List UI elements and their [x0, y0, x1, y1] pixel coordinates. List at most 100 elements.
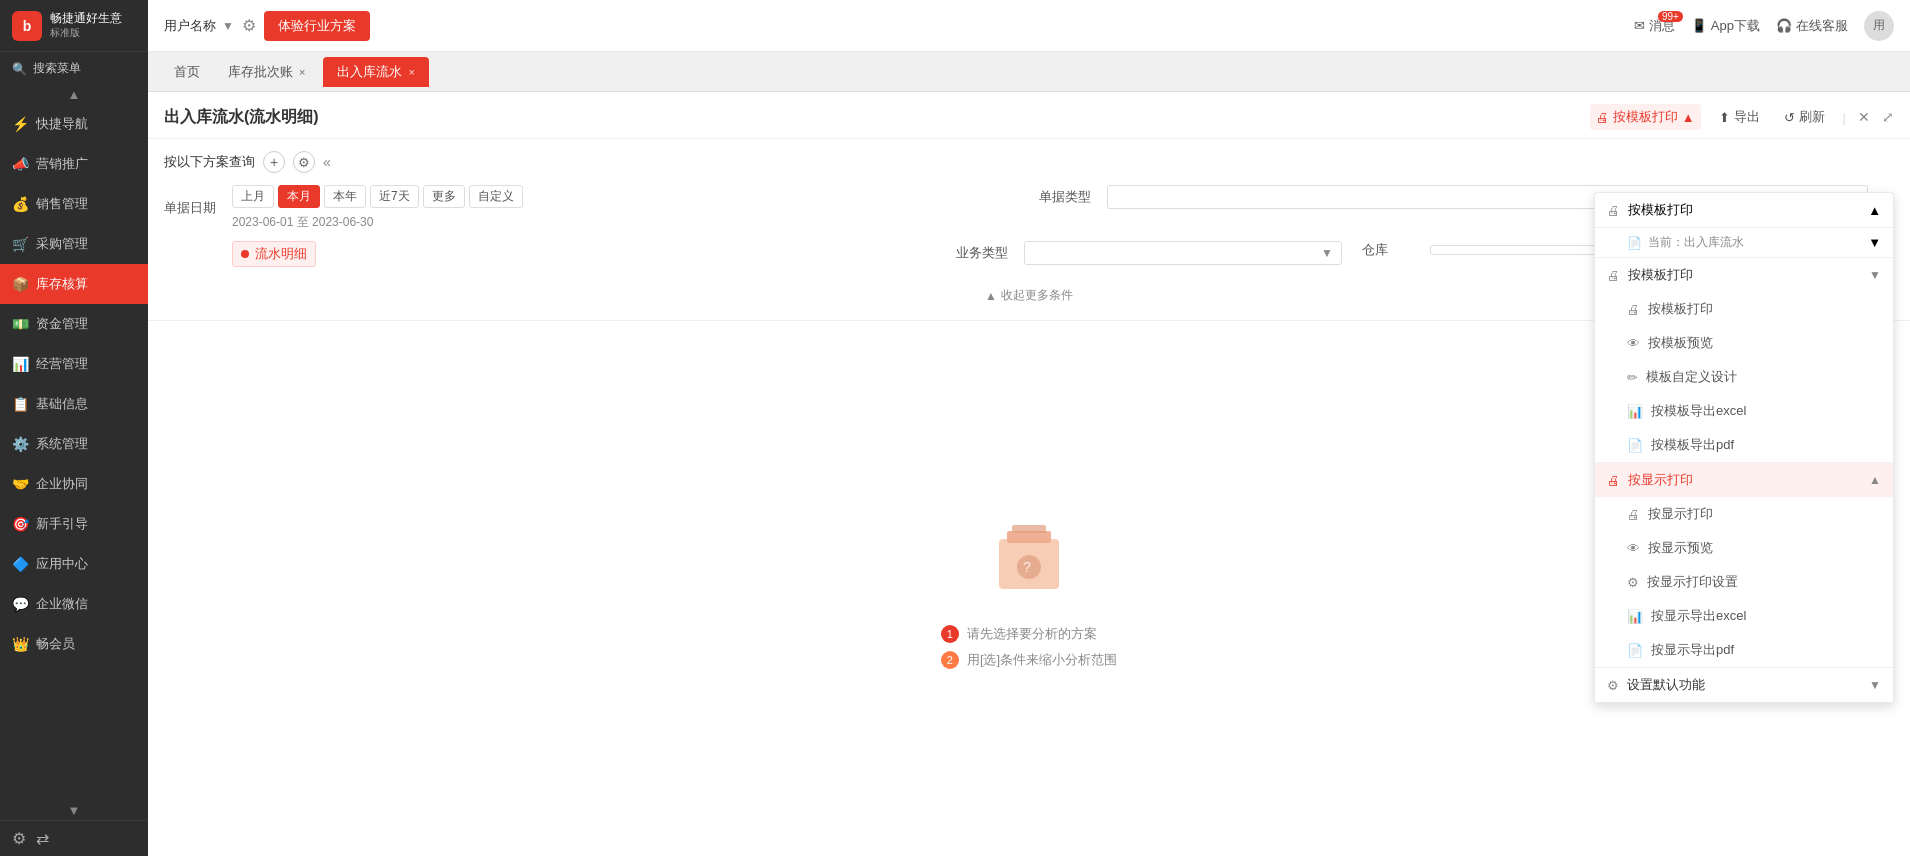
- empty-tip-1: 1 请先选择要分析的方案: [941, 625, 1117, 643]
- basic-icon: 📋: [12, 396, 28, 412]
- date-current-year[interactable]: 本年: [324, 185, 366, 208]
- collapse-up-icon: ▲: [985, 289, 997, 303]
- sidebar-item-marketing[interactable]: 📣 营销推广: [0, 144, 148, 184]
- sidebar-item-quick-nav[interactable]: ⚡ 快捷导航: [0, 104, 148, 144]
- sidebar-item-label: 应用中心: [36, 555, 88, 573]
- wechat-icon: 💬: [12, 596, 28, 612]
- empty-tip-2: 2 用[选]条件来缩小分析范围: [941, 651, 1117, 669]
- sidebar-item-label: 库存核算: [36, 275, 88, 293]
- dropdown-item-template-print[interactable]: 🖨 按模板打印: [1595, 292, 1893, 326]
- sidebar-item-search[interactable]: 🔍 搜索菜单: [0, 52, 148, 85]
- collapse-icon[interactable]: ⇄: [36, 829, 49, 848]
- sidebar-item-vip[interactable]: 👑 畅会员: [0, 624, 148, 664]
- tab-home[interactable]: 首页: [164, 57, 210, 87]
- dropdown-item-display-print[interactable]: 🖨 按显示打印: [1595, 497, 1893, 531]
- sidebar-item-operations[interactable]: 📊 经营管理: [0, 344, 148, 384]
- date-current-month[interactable]: 本月: [278, 185, 320, 208]
- svg-text:?: ?: [1023, 559, 1031, 575]
- dropdown-item-display-preview[interactable]: 👁 按显示预览: [1595, 531, 1893, 565]
- date-options: 上月 本月 本年 近7天 更多 自定义: [232, 185, 523, 208]
- tip-text-1: 请先选择要分析的方案: [967, 625, 1097, 643]
- date-label: 单据日期: [164, 199, 224, 217]
- dropdown-scroll-up[interactable]: ▲: [1868, 203, 1881, 218]
- print-dropdown-panel: 🖨 按模板打印 ▲ 📄 当前：出入库流水 ▼ 🖨 按模板打印 ▼: [1594, 192, 1894, 703]
- sidebar-item-basic[interactable]: 📋 基础信息: [0, 384, 148, 424]
- window-close-btn[interactable]: ✕: [1858, 109, 1870, 125]
- d-settings-icon: ⚙: [1627, 575, 1639, 590]
- online-service-label: 在线客服: [1796, 17, 1848, 35]
- tab-close-icon[interactable]: ×: [299, 66, 305, 78]
- tip-text-2: 用[选]条件来缩小分析范围: [967, 651, 1117, 669]
- sidebar-item-system[interactable]: ⚙️ 系统管理: [0, 424, 148, 464]
- sidebar-item-label: 经营管理: [36, 355, 88, 373]
- sidebar-scroll-up[interactable]: ▲: [0, 85, 148, 104]
- date-last-7-days[interactable]: 近7天: [370, 185, 419, 208]
- date-last-month[interactable]: 上月: [232, 185, 274, 208]
- print-btn[interactable]: 🖨 按模板打印 ▲: [1590, 104, 1701, 130]
- industry-btn[interactable]: 体验行业方案: [264, 11, 370, 41]
- dropdown-item-template-design[interactable]: ✏ 模板自定义设计: [1595, 360, 1893, 394]
- online-service-btn[interactable]: 🎧 在线客服: [1776, 17, 1848, 35]
- item-pdf-icon: 📄: [1627, 438, 1643, 453]
- item-label: 按显示导出excel: [1651, 607, 1746, 625]
- avatar[interactable]: 用: [1864, 11, 1894, 41]
- tab-label: 库存批次账: [228, 63, 293, 81]
- phone-icon: 📱: [1691, 18, 1707, 33]
- refresh-btn[interactable]: ↺ 刷新: [1778, 104, 1831, 130]
- sidebar-item-app-center[interactable]: 🔷 应用中心: [0, 544, 148, 584]
- export-btn[interactable]: ⬆ 导出: [1713, 104, 1766, 130]
- tab-inventory-batch[interactable]: 库存批次账 ×: [214, 57, 319, 87]
- dropdown-item-template-excel[interactable]: 📊 按模板导出excel: [1595, 394, 1893, 428]
- date-custom[interactable]: 自定义: [469, 185, 523, 208]
- search-add-btn[interactable]: +: [263, 151, 285, 173]
- dropdown-item-display-excel[interactable]: 📊 按显示导出excel: [1595, 599, 1893, 633]
- sidebar-item-guide[interactable]: 🎯 新手引导: [0, 504, 148, 544]
- print-chevron-up-icon: ▲: [1682, 110, 1695, 125]
- sidebar-item-label: 基础信息: [36, 395, 88, 413]
- item-preview-icon: 👁: [1627, 336, 1640, 351]
- sidebar-item-cooperation[interactable]: 🤝 企业协同: [0, 464, 148, 504]
- sidebar-item-finance[interactable]: 💵 资金管理: [0, 304, 148, 344]
- business-type-select[interactable]: ▼: [1024, 241, 1342, 265]
- search-config-btn[interactable]: ⚙: [293, 151, 315, 173]
- dropdown-item-template-pdf[interactable]: 📄 按模板导出pdf: [1595, 428, 1893, 462]
- app-download-btn[interactable]: 📱 App下载: [1691, 17, 1760, 35]
- sidebar-item-purchase[interactable]: 🛒 采购管理: [0, 224, 148, 264]
- topbar-right: ✉ 消息 99+ 📱 App下载 🎧 在线客服 用: [1634, 11, 1894, 41]
- settings-icon[interactable]: ⚙: [12, 829, 26, 848]
- date-more[interactable]: 更多: [423, 185, 465, 208]
- display-print-header[interactable]: 🖨 按显示打印 ▲: [1595, 463, 1893, 497]
- user-chevron-icon[interactable]: ▼: [222, 19, 234, 33]
- page-title: 出入库流水(流水明细): [164, 107, 319, 128]
- window-expand-btn[interactable]: ⤢: [1882, 109, 1894, 125]
- sidebar-item-wechat[interactable]: 💬 企业微信: [0, 584, 148, 624]
- dropdown-item-display-print-settings[interactable]: ⚙ 按显示打印设置: [1595, 565, 1893, 599]
- dropdown-item-template-preview[interactable]: 👁 按模板预览: [1595, 326, 1893, 360]
- tip-num-2: 2: [941, 651, 959, 669]
- default-function-header[interactable]: ⚙ 设置默认功能 ▼: [1595, 668, 1893, 702]
- finance-icon: 💵: [12, 316, 28, 332]
- sidebar-item-label: 营销推广: [36, 155, 88, 173]
- item-design-icon: ✏: [1627, 370, 1638, 385]
- item-label: 按模板导出excel: [1651, 402, 1746, 420]
- quick-filter-btn[interactable]: 流水明细: [232, 241, 316, 267]
- refresh-icon: ↺: [1784, 110, 1795, 125]
- template-print-header[interactable]: 🖨 按模板打印 ▼: [1595, 258, 1893, 292]
- sidebar-item-inventory[interactable]: 📦 库存核算: [0, 264, 148, 304]
- topbar-settings-icon[interactable]: ⚙: [242, 16, 256, 35]
- dropdown-item-display-pdf[interactable]: 📄 按显示导出pdf: [1595, 633, 1893, 667]
- tab-in-out-flow[interactable]: 出入库流水 ×: [323, 57, 428, 87]
- quick-filter-label: 流水明细: [255, 245, 307, 263]
- d-excel-icon: 📊: [1627, 609, 1643, 624]
- message-btn[interactable]: ✉ 消息 99+: [1634, 17, 1675, 35]
- tab-close-icon[interactable]: ×: [408, 66, 414, 78]
- template-print-items: 🖨 按模板打印 👁 按模板预览 ✏ 模板自定义设计 📊 按模板导出excel: [1595, 292, 1893, 462]
- display-print-section: 🖨 按显示打印 ▲ 🖨 按显示打印 👁 按显示预览 ⚙: [1595, 463, 1893, 668]
- sidebar-scroll-down[interactable]: ▼: [0, 801, 148, 820]
- sidebar-item-label: 销售管理: [36, 195, 88, 213]
- search-collapse-btn[interactable]: «: [323, 154, 331, 170]
- default-function-arrow-icon: ▼: [1869, 678, 1881, 692]
- sidebar-item-sales[interactable]: 💰 销售管理: [0, 184, 148, 224]
- sidebar-item-label: 资金管理: [36, 315, 88, 333]
- filter-dot: [241, 250, 249, 258]
